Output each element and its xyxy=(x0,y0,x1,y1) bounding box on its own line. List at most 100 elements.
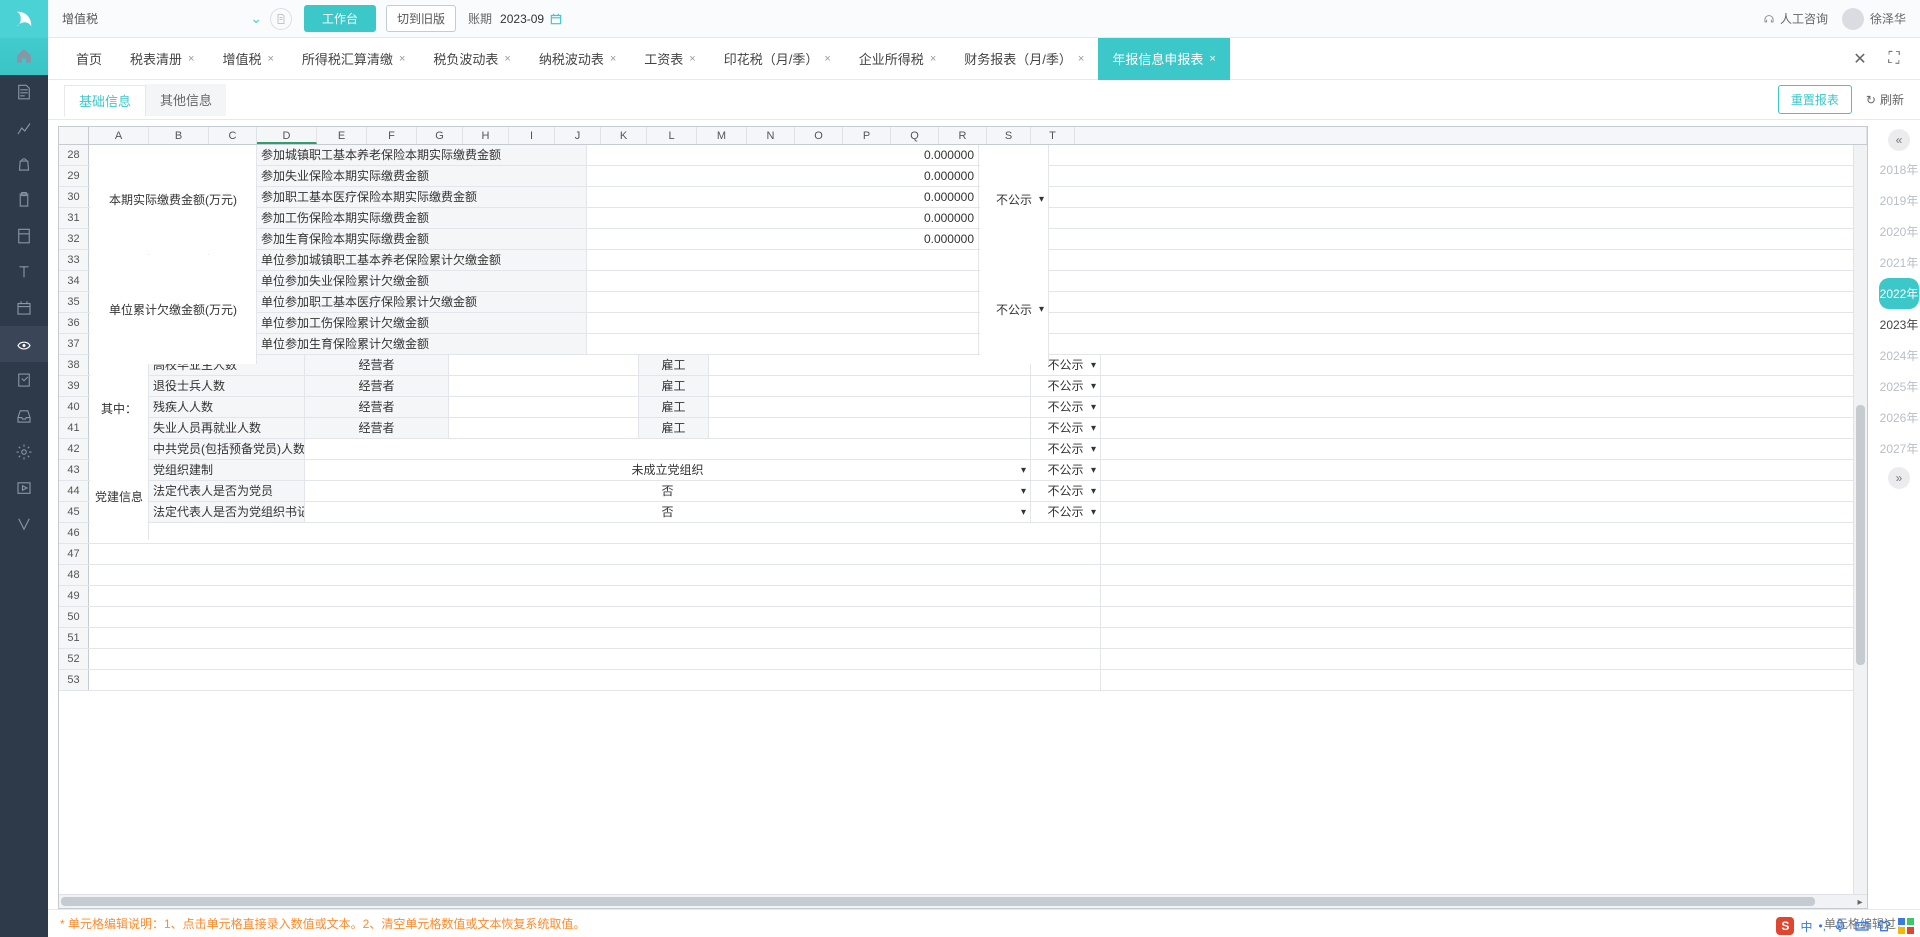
year-2022年[interactable]: 2022年 xyxy=(1879,278,1919,309)
close-icon[interactable]: × xyxy=(1209,53,1215,65)
tab-1[interactable]: 税表清册× xyxy=(116,38,208,80)
horizontal-scrollbar[interactable]: ◂ ▸ xyxy=(59,894,1867,908)
nopub-dropdown[interactable]: 不公示 xyxy=(1031,439,1101,459)
nav-clipboard-icon[interactable] xyxy=(0,182,48,218)
switch-old-button[interactable]: 切到旧版 xyxy=(386,5,456,32)
row-header[interactable]: 42 xyxy=(59,439,89,459)
tabs-expand-icon[interactable]: ⛶ xyxy=(1882,47,1906,71)
value-cell[interactable] xyxy=(449,418,639,438)
year-next-icon[interactable]: » xyxy=(1888,467,1910,489)
year-2021年[interactable]: 2021年 xyxy=(1879,247,1919,278)
col-S[interactable]: S xyxy=(987,127,1031,144)
row-header[interactable]: 38 xyxy=(59,355,89,375)
value-cell[interactable] xyxy=(709,397,1031,417)
value-cell[interactable] xyxy=(587,313,979,333)
row-header[interactable]: 44 xyxy=(59,481,89,501)
close-icon[interactable]: × xyxy=(824,53,830,65)
value-cell[interactable]: 0.000000 xyxy=(587,145,979,165)
tab-3[interactable]: 所得税汇算清缴× xyxy=(288,38,419,80)
nav-doc-icon[interactable] xyxy=(0,74,48,110)
nopub-dropdown[interactable]: 不公示 xyxy=(1031,460,1101,480)
row-header[interactable]: 36 xyxy=(59,313,89,333)
tab-5[interactable]: 纳税波动表× xyxy=(525,38,630,80)
year-2019年[interactable]: 2019年 xyxy=(1879,185,1919,216)
col-A[interactable]: A xyxy=(89,127,149,144)
close-icon[interactable]: × xyxy=(399,53,405,65)
nopub-dropdown[interactable]: 不公示 xyxy=(1031,418,1101,438)
row-header[interactable]: 52 xyxy=(59,649,89,669)
value-cell[interactable] xyxy=(449,397,639,417)
col-M[interactable]: M xyxy=(697,127,747,144)
row-header[interactable]: 31 xyxy=(59,208,89,228)
col-B[interactable]: B xyxy=(149,127,209,144)
value-cell[interactable] xyxy=(587,250,979,270)
row-header[interactable]: 41 xyxy=(59,418,89,438)
nav-inbox-icon[interactable] xyxy=(0,398,48,434)
row-header[interactable]: 50 xyxy=(59,607,89,627)
col-E[interactable]: E xyxy=(317,127,367,144)
year-2018年[interactable]: 2018年 xyxy=(1879,154,1919,185)
tab-0[interactable]: 首页 xyxy=(62,38,116,80)
value-cell[interactable] xyxy=(709,376,1031,396)
year-prev-icon[interactable]: « xyxy=(1888,129,1910,151)
row-header[interactable]: 35 xyxy=(59,292,89,312)
help-link[interactable]: 人工咨询 xyxy=(1762,10,1828,27)
ime-s-icon[interactable]: S xyxy=(1776,917,1794,935)
subtab-basic[interactable]: 基础信息 xyxy=(64,85,146,117)
party-value[interactable]: 未成立党组织 xyxy=(305,460,1031,480)
row-header[interactable]: 28 xyxy=(59,145,89,165)
value-cell[interactable] xyxy=(709,418,1031,438)
close-icon[interactable]: × xyxy=(930,53,936,65)
tab-2[interactable]: 增值税× xyxy=(208,38,287,80)
col-D[interactable]: D xyxy=(257,127,317,144)
value-cell[interactable] xyxy=(587,292,979,312)
row-header[interactable]: 53 xyxy=(59,670,89,690)
ime-apps-icon[interactable] xyxy=(1898,918,1914,934)
value-cell[interactable]: 0.000000 xyxy=(587,166,979,186)
ime-keyboard-icon[interactable] xyxy=(1854,918,1870,934)
col-J[interactable]: J xyxy=(555,127,601,144)
row-header[interactable]: 30 xyxy=(59,187,89,207)
nav-settings-icon[interactable] xyxy=(0,434,48,470)
col-P[interactable]: P xyxy=(843,127,891,144)
corner-cell[interactable] xyxy=(59,127,89,144)
subtab-other[interactable]: 其他信息 xyxy=(146,84,226,116)
ime-skin-icon[interactable] xyxy=(1876,918,1892,934)
tab-4[interactable]: 税负波动表× xyxy=(419,38,524,80)
row-header[interactable]: 39 xyxy=(59,376,89,396)
col-N[interactable]: N xyxy=(747,127,795,144)
row-header[interactable]: 49 xyxy=(59,586,89,606)
value-cell[interactable]: 0.000000 xyxy=(587,208,979,228)
col-K[interactable]: K xyxy=(601,127,647,144)
reset-report-button[interactable]: 重置报表 xyxy=(1778,85,1852,114)
value-cell[interactable] xyxy=(449,376,639,396)
note-icon[interactable] xyxy=(270,8,292,30)
ime-zh-icon[interactable]: 中 xyxy=(1800,918,1812,935)
year-2024年[interactable]: 2024年 xyxy=(1879,340,1919,371)
col-O[interactable]: O xyxy=(795,127,843,144)
account-selector[interactable]: 增值税 ⌄ xyxy=(62,10,262,27)
nav-transfer-icon[interactable] xyxy=(0,362,48,398)
vscroll-thumb[interactable] xyxy=(1856,405,1865,665)
tab-9[interactable]: 财务报表（月/季）× xyxy=(950,38,1098,80)
row-header[interactable]: 46 xyxy=(59,523,89,543)
party-value[interactable] xyxy=(305,439,1031,459)
year-2025年[interactable]: 2025年 xyxy=(1879,371,1919,402)
refresh-button[interactable]: ↻ 刷新 xyxy=(1866,91,1904,108)
close-icon[interactable]: × xyxy=(504,53,510,65)
nav-text-icon[interactable] xyxy=(0,254,48,290)
vertical-scrollbar[interactable] xyxy=(1853,145,1867,894)
nopub-dropdown[interactable]: 不公示 xyxy=(1031,481,1101,501)
value-cell[interactable]: 0.000000 xyxy=(587,229,979,249)
year-2020年[interactable]: 2020年 xyxy=(1879,216,1919,247)
row-header[interactable]: 47 xyxy=(59,544,89,564)
user-block[interactable]: 徐泽华 xyxy=(1842,8,1906,30)
party-value[interactable]: 否 xyxy=(305,481,1031,501)
close-icon[interactable]: × xyxy=(689,53,695,65)
nav-calc-icon[interactable] xyxy=(0,218,48,254)
merged-label[interactable]: 不公示▾ xyxy=(980,255,1049,364)
hscroll-right-icon[interactable]: ▸ xyxy=(1853,895,1867,909)
row-header[interactable]: 43 xyxy=(59,460,89,480)
nav-v-icon[interactable] xyxy=(0,506,48,542)
party-value[interactable]: 否 xyxy=(305,502,1031,522)
